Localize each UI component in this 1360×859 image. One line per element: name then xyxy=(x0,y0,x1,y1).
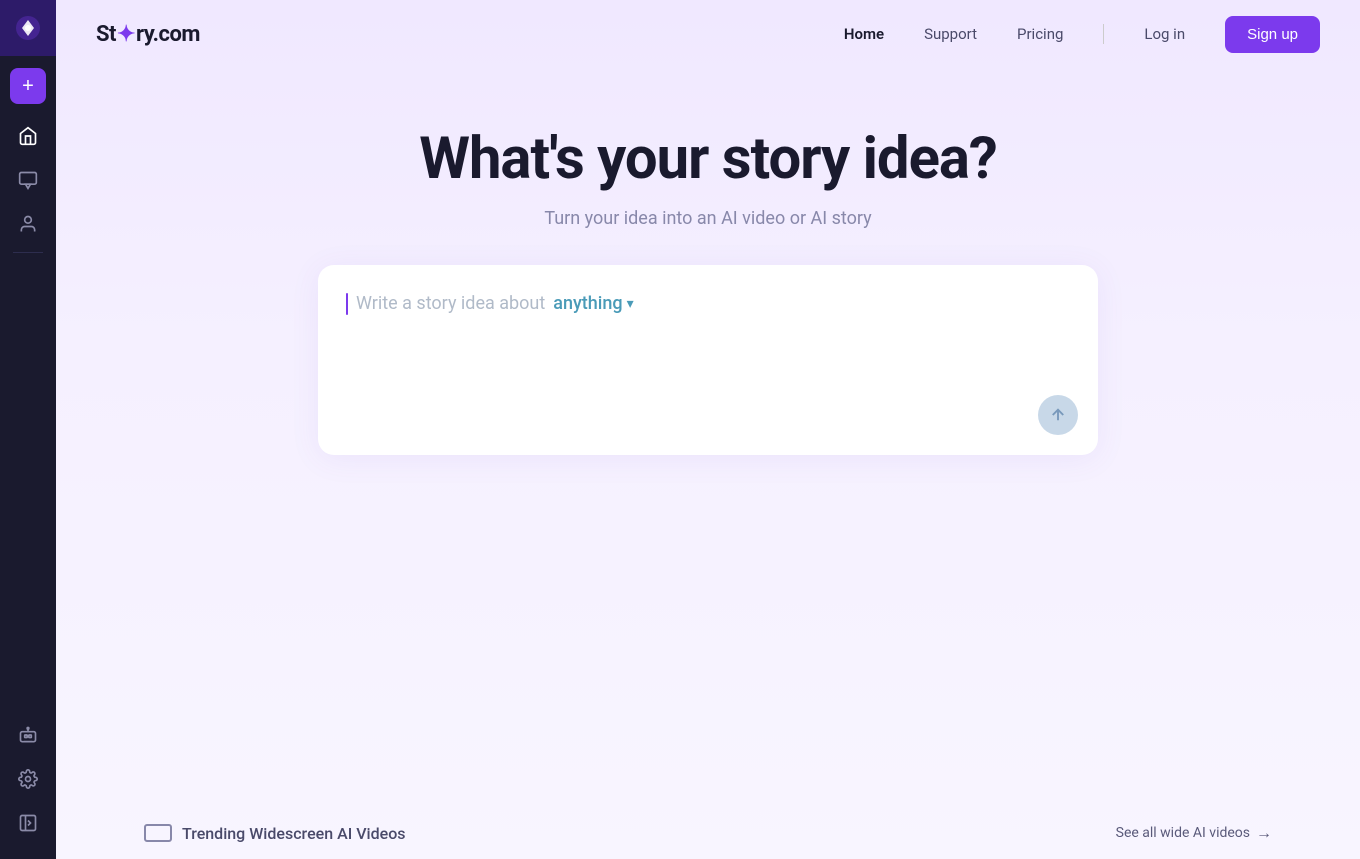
brand-diamond: ✦ xyxy=(117,22,135,47)
nav-link-pricing[interactable]: Pricing xyxy=(1017,25,1063,43)
input-topic-label: anything xyxy=(553,293,622,314)
trending-title-text: Trending Widescreen AI Videos xyxy=(182,824,406,843)
sidebar-bottom xyxy=(8,715,48,859)
add-button[interactable]: + xyxy=(10,68,46,104)
topnav: St✦ry.com Home Support Pricing Log in Si… xyxy=(56,0,1360,68)
sidebar-logo xyxy=(0,0,56,56)
sidebar-item-settings[interactable] xyxy=(8,759,48,799)
sidebar-item-robot[interactable] xyxy=(8,715,48,755)
sidebar-item-panel[interactable] xyxy=(8,803,48,843)
hero-section: What's your story idea? Turn your idea i… xyxy=(56,68,1360,823)
widescreen-icon xyxy=(144,824,172,842)
sidebar-item-user[interactable] xyxy=(8,204,48,244)
story-input-container[interactable]: Write a story idea about anything ▾ xyxy=(318,265,1098,455)
trending-header: Trending Widescreen AI Videos See all wi… xyxy=(144,823,1272,843)
nav-signup-button[interactable]: Sign up xyxy=(1225,16,1320,53)
brand-logo: St✦ry.com xyxy=(96,22,200,47)
nav-links: Home Support Pricing Log in Sign up xyxy=(844,16,1320,53)
sidebar-nav xyxy=(0,116,56,244)
submit-button[interactable] xyxy=(1038,395,1078,435)
nav-login[interactable]: Log in xyxy=(1144,25,1185,43)
nav-divider xyxy=(1103,24,1104,44)
sidebar-item-video[interactable] xyxy=(8,160,48,200)
nav-link-home[interactable]: Home xyxy=(844,25,884,43)
chevron-down-icon: ▾ xyxy=(627,296,634,312)
sidebar: + xyxy=(0,0,56,859)
input-placeholder-text: Write a story idea about xyxy=(356,293,545,314)
trending-title: Trending Widescreen AI Videos xyxy=(144,824,406,843)
sidebar-item-home[interactable] xyxy=(8,116,48,156)
main-content: St✦ry.com Home Support Pricing Log in Si… xyxy=(56,0,1360,859)
see-all-label: See all wide AI videos xyxy=(1116,825,1250,841)
input-topic-dropdown[interactable]: anything ▾ xyxy=(553,293,633,314)
hero-title: What's your story idea? xyxy=(419,128,997,192)
arrow-right-icon: → xyxy=(1256,823,1272,843)
hero-subtitle: Turn your idea into an AI video or AI st… xyxy=(544,208,871,229)
input-cursor xyxy=(346,293,348,315)
nav-link-support[interactable]: Support xyxy=(924,25,977,43)
sidebar-divider xyxy=(13,252,43,253)
trending-section: Trending Widescreen AI Videos See all wi… xyxy=(56,823,1360,843)
story-input-row: Write a story idea about anything ▾ xyxy=(346,293,1070,315)
see-all-videos-link[interactable]: See all wide AI videos → xyxy=(1116,823,1272,843)
